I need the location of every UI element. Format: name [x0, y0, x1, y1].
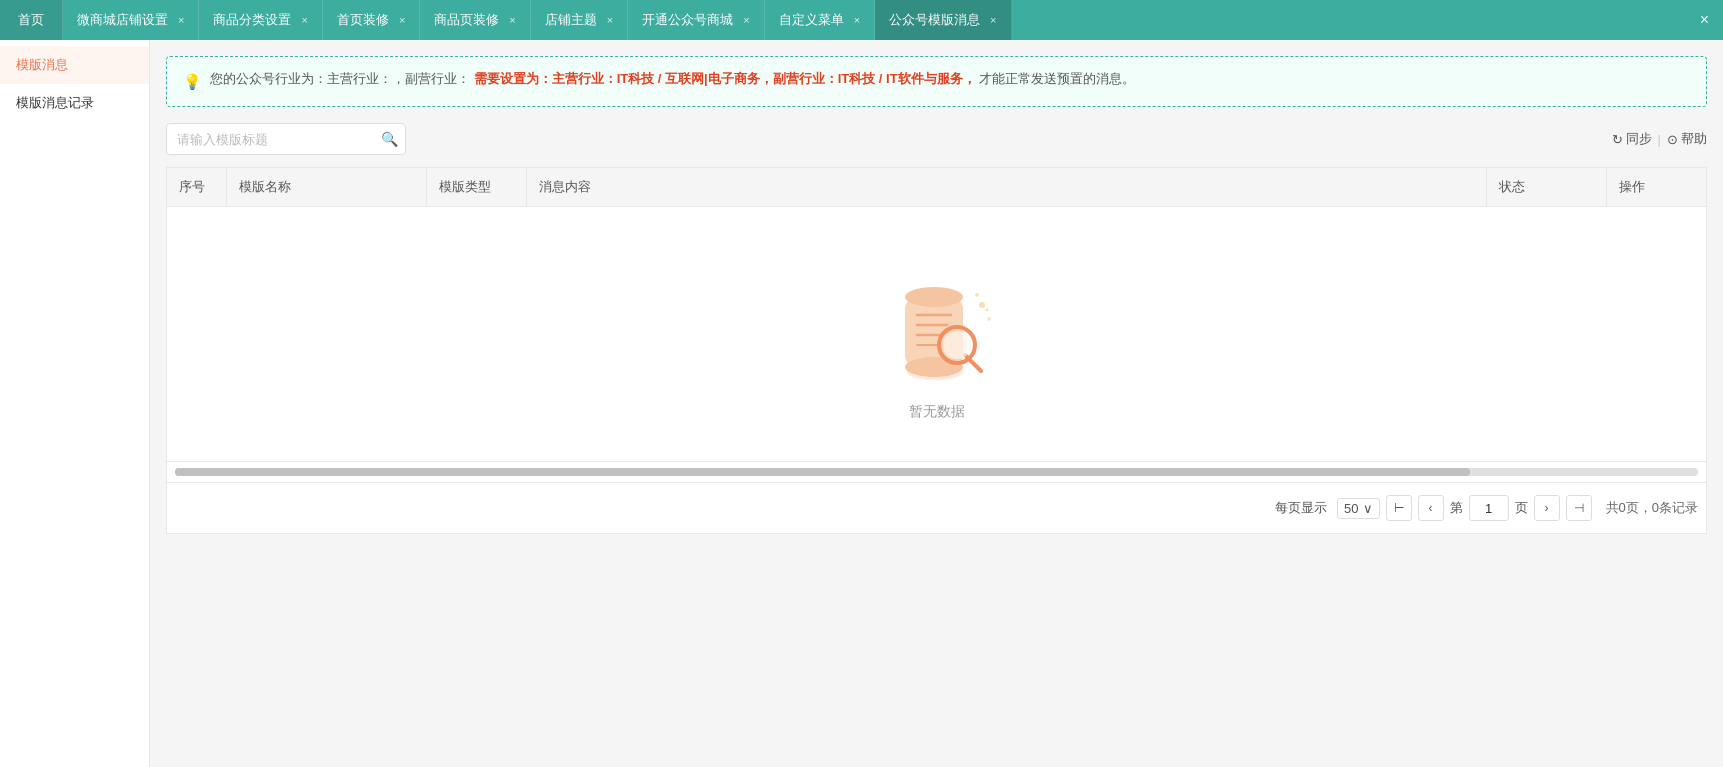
- help-button[interactable]: ⊙ 帮助: [1667, 130, 1707, 148]
- home-decor-label: 首页装修: [337, 11, 389, 29]
- col-header-type: 模版类型: [427, 168, 527, 207]
- open-mall-label: 开通公众号商城: [642, 11, 733, 29]
- store-theme-label: 店铺主题: [545, 11, 597, 29]
- page-input[interactable]: [1469, 495, 1509, 521]
- help-circle-icon: ⊙: [1667, 132, 1678, 147]
- per-page-value: 50: [1344, 501, 1358, 516]
- svg-point-2: [905, 287, 963, 307]
- help-label: 帮助: [1681, 130, 1707, 148]
- sidebar: 模版消息 模版消息记录: [0, 40, 150, 767]
- product-decor-label: 商品页装修: [434, 11, 499, 29]
- svg-point-3: [905, 357, 963, 377]
- sync-button[interactable]: ↻ 同步: [1612, 130, 1652, 148]
- svg-point-10: [943, 331, 971, 359]
- store-settings-label: 微商城店铺设置: [77, 11, 168, 29]
- pagination-row: 每页显示 50 ∨ ⊢ ‹ 第 页 › ⊣ 共0页，0条记录: [166, 483, 1707, 534]
- empty-text: 暂无数据: [909, 403, 965, 421]
- notice-box: 💡 您的公众号行业为：主营行业：，副营行业： 需要设置为：主营行业：IT科技 /…: [166, 56, 1707, 107]
- chevron-down-icon: ∨: [1363, 501, 1373, 516]
- top-nav: 首页 微商城店铺设置 × 商品分类设置 × 首页装修 × 商品页装修 × 店铺主…: [0, 0, 1723, 40]
- nav-tab-home[interactable]: 首页: [0, 0, 63, 40]
- prev-page-button[interactable]: ‹: [1418, 495, 1444, 521]
- col-header-name: 模版名称: [227, 168, 427, 207]
- search-bar: 🔍 ↻ 同步 | ⊙ 帮助: [166, 123, 1707, 155]
- search-input-wrap: 🔍: [166, 123, 406, 155]
- home-tab-label: 首页: [18, 11, 44, 29]
- custom-menu-label: 自定义菜单: [779, 11, 844, 29]
- sync-label: 同步: [1626, 130, 1652, 148]
- nav-tab-store-settings[interactable]: 微商城店铺设置 ×: [63, 0, 199, 40]
- sidebar-item-template-msg[interactable]: 模版消息: [0, 46, 149, 84]
- total-info: 共0页，0条记录: [1606, 499, 1698, 517]
- close-all-button[interactable]: ×: [1686, 0, 1723, 40]
- table-header-row: 序号 模版名称 模版类型 消息内容 状态 操作: [167, 168, 1707, 207]
- main-layout: 模版消息 模版消息记录 💡 您的公众号行业为：主营行业：，副营行业： 需要设置为…: [0, 40, 1723, 767]
- empty-illustration: [877, 267, 997, 387]
- sync-icon: ↻: [1612, 132, 1623, 147]
- divider: |: [1658, 132, 1661, 147]
- nav-tab-product-decor[interactable]: 商品页装修 ×: [420, 0, 530, 40]
- page-unit: 页: [1515, 499, 1528, 517]
- category-settings-label: 商品分类设置: [213, 11, 291, 29]
- close-store-settings-icon[interactable]: ×: [178, 14, 184, 26]
- content-area: 💡 您的公众号行业为：主营行业：，副营行业： 需要设置为：主营行业：IT科技 /…: [150, 40, 1723, 767]
- nav-tab-category-settings[interactable]: 商品分类设置 ×: [199, 0, 322, 40]
- sidebar-item-template-msg-log-label: 模版消息记录: [16, 95, 94, 110]
- close-category-settings-icon[interactable]: ×: [301, 14, 307, 26]
- template-msg-label: 公众号模版消息: [889, 11, 980, 29]
- empty-state: 暂无数据: [167, 207, 1706, 461]
- empty-state-row: 暂无数据: [167, 207, 1707, 462]
- nav-tab-store-theme[interactable]: 店铺主题 ×: [531, 0, 628, 40]
- close-home-decor-icon[interactable]: ×: [399, 14, 405, 26]
- sidebar-item-template-msg-log[interactable]: 模版消息记录: [0, 84, 149, 122]
- close-template-msg-icon[interactable]: ×: [990, 14, 996, 26]
- col-header-content: 消息内容: [527, 168, 1487, 207]
- notice-text: 您的公众号行业为：主营行业：，副营行业： 需要设置为：主营行业：IT科技 / 互…: [210, 69, 1135, 90]
- per-page-select[interactable]: 50 ∨: [1337, 498, 1379, 519]
- notice-text-after: 才能正常发送预置的消息。: [979, 71, 1135, 86]
- data-table: 序号 模版名称 模版类型 消息内容 状态 操作: [166, 167, 1707, 462]
- search-icon[interactable]: 🔍: [381, 131, 398, 147]
- per-page-label: 每页显示: [1275, 499, 1327, 517]
- scroll-track[interactable]: [175, 468, 1698, 476]
- sync-help-area: ↻ 同步 | ⊙ 帮助: [1612, 130, 1707, 148]
- page-label: 第: [1450, 499, 1463, 517]
- sidebar-item-template-msg-label: 模版消息: [16, 57, 68, 72]
- close-store-theme-icon[interactable]: ×: [607, 14, 613, 26]
- nav-tab-custom-menu[interactable]: 自定义菜单 ×: [765, 0, 875, 40]
- nav-tab-template-msg[interactable]: 公众号模版消息 ×: [875, 0, 1011, 40]
- col-header-index: 序号: [167, 168, 227, 207]
- close-open-mall-icon[interactable]: ×: [743, 14, 749, 26]
- col-header-actions: 操作: [1607, 168, 1707, 207]
- scroll-bar-row: [166, 462, 1707, 483]
- scroll-thumb[interactable]: [175, 468, 1470, 476]
- close-product-decor-icon[interactable]: ×: [509, 14, 515, 26]
- notice-text-strong: 需要设置为：主营行业：IT科技 / 互联网|电子商务，副营行业：IT科技 / I…: [474, 71, 976, 86]
- last-page-button[interactable]: ⊣: [1566, 495, 1592, 521]
- svg-point-13: [975, 293, 979, 297]
- col-header-status: 状态: [1487, 168, 1607, 207]
- first-page-button[interactable]: ⊢: [1386, 495, 1412, 521]
- notice-text-before: 您的公众号行业为：主营行业：，副营行业：: [210, 71, 470, 86]
- search-input[interactable]: [166, 123, 406, 155]
- nav-tab-open-mall[interactable]: 开通公众号商城 ×: [628, 0, 764, 40]
- next-page-button[interactable]: ›: [1534, 495, 1560, 521]
- close-custom-menu-icon[interactable]: ×: [854, 14, 860, 26]
- notice-icon: 💡: [183, 70, 202, 94]
- svg-point-12: [987, 317, 991, 321]
- svg-point-11: [979, 302, 985, 308]
- nav-tab-home-decor[interactable]: 首页装修 ×: [323, 0, 420, 40]
